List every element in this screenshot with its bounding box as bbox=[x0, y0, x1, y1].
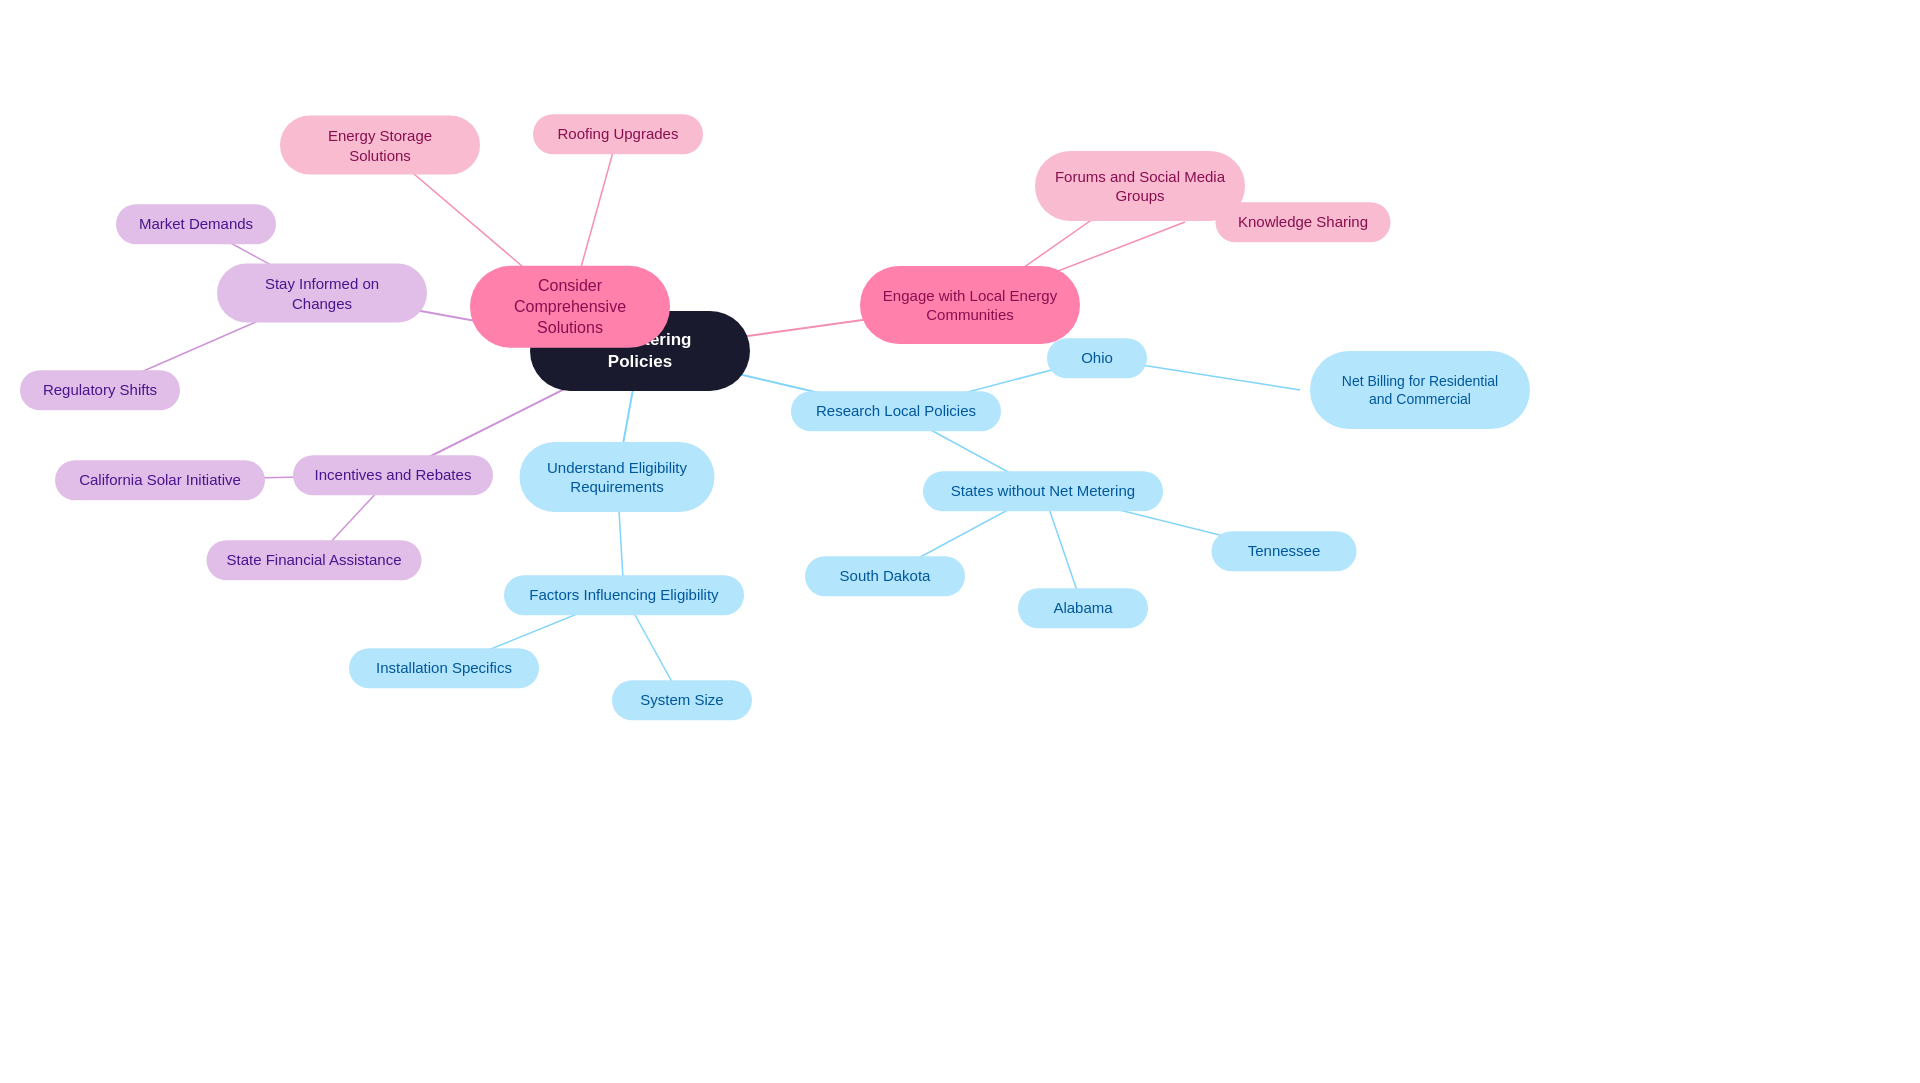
node-energy-storage: Energy Storage Solutions bbox=[280, 116, 480, 175]
node-roofing: Roofing Upgrades bbox=[533, 114, 703, 154]
node-ohio: Ohio bbox=[1047, 338, 1147, 378]
node-net-billing: Net Billing for Residentialand Commercia… bbox=[1310, 351, 1530, 429]
node-states-no-net: States without Net Metering bbox=[923, 471, 1163, 511]
node-research: Research Local Policies bbox=[791, 391, 1001, 431]
node-forums: Forums and Social MediaGroups bbox=[1035, 151, 1245, 221]
node-consider: Consider ComprehensiveSolutions bbox=[470, 266, 670, 348]
node-incentives: Incentives and Rebates bbox=[293, 455, 493, 495]
node-state-financial: State Financial Assistance bbox=[207, 540, 422, 580]
node-regulatory: Regulatory Shifts bbox=[20, 370, 180, 410]
node-market-demands: Market Demands bbox=[116, 204, 276, 244]
node-alabama: Alabama bbox=[1018, 588, 1148, 628]
node-knowledge: Knowledge Sharing bbox=[1216, 202, 1391, 242]
node-installation: Installation Specifics bbox=[349, 648, 539, 688]
node-tennessee: Tennessee bbox=[1212, 531, 1357, 571]
node-factors: Factors Influencing Eligibility bbox=[504, 575, 744, 615]
node-stay-informed: Stay Informed on Changes bbox=[217, 264, 427, 323]
node-system-size: System Size bbox=[612, 680, 752, 720]
node-california: California Solar Initiative bbox=[55, 460, 265, 500]
node-engage: Engage with Local EnergyCommunities bbox=[860, 266, 1080, 344]
node-south-dakota: South Dakota bbox=[805, 556, 965, 596]
node-understand: Understand EligibilityRequirements bbox=[520, 442, 715, 512]
